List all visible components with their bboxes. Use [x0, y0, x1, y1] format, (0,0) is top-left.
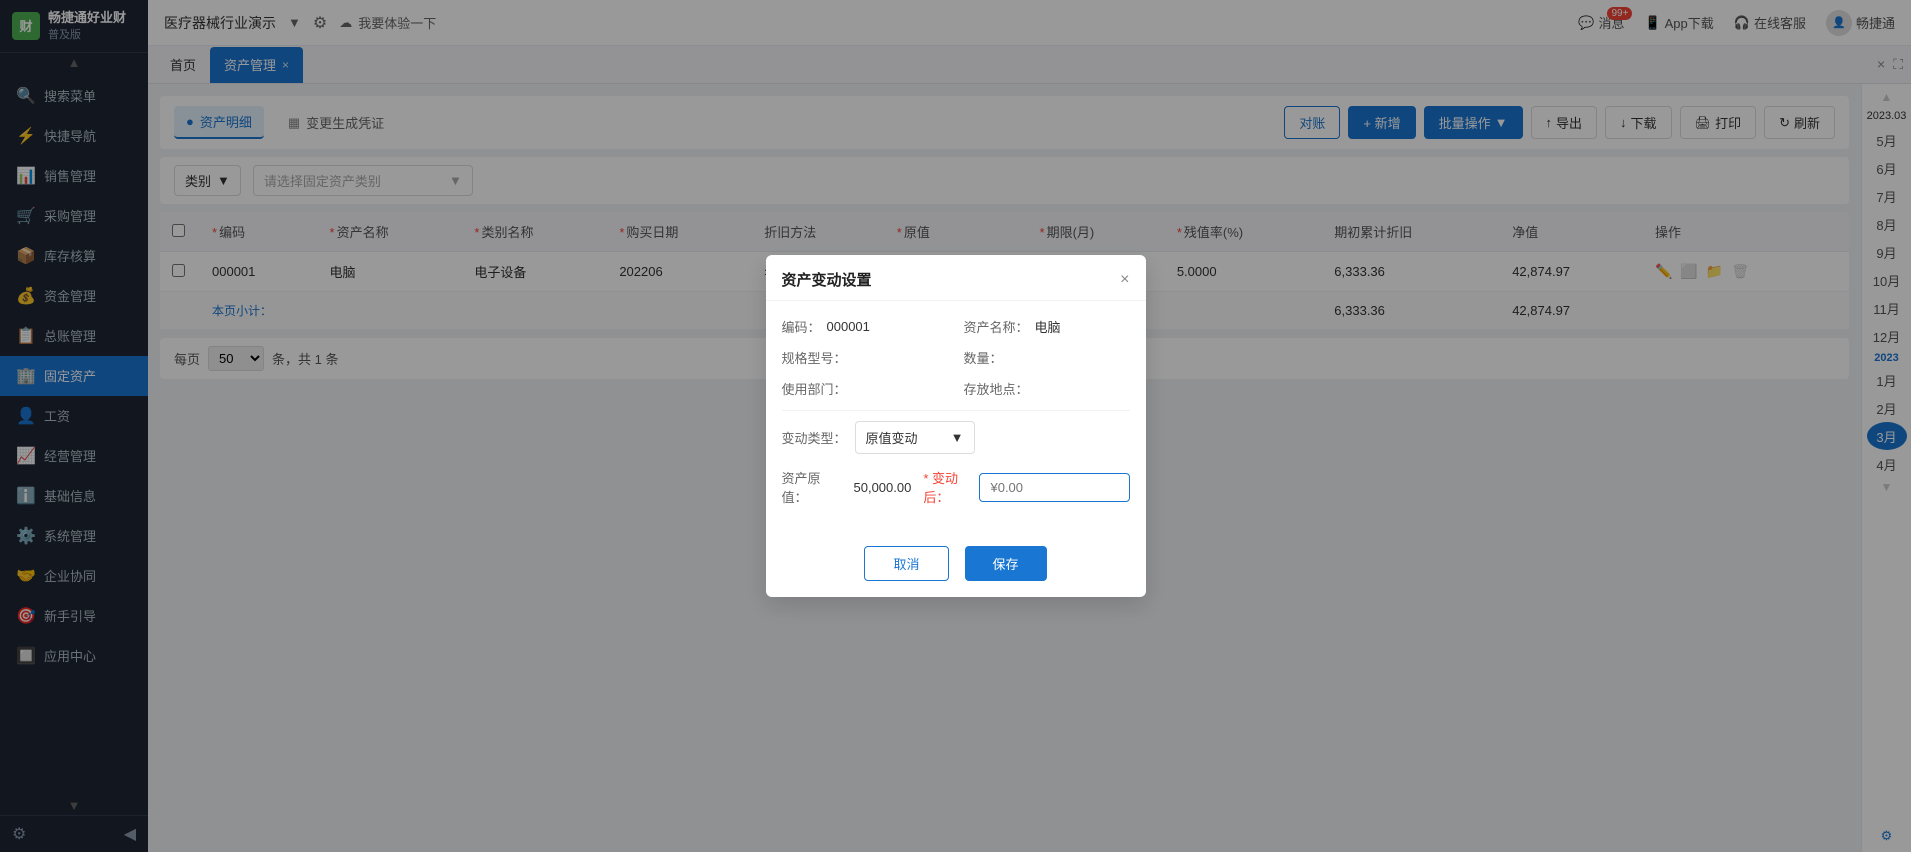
modal-amount-row: 资产原值： 50,000.00 * 变动后： — [782, 468, 1130, 506]
modal-body: 编码： 000001 资产名称： 电脑 规格型号： 数量： — [766, 301, 1146, 538]
modal-after-change-label: * 变动后： — [923, 468, 967, 506]
modal-asset-value: 50,000.00 — [854, 480, 912, 495]
modal-row-3: 使用部门： 存放地点： — [782, 379, 1130, 398]
modal-title: 资产变动设置 — [782, 269, 872, 290]
modal-divider — [782, 410, 1130, 411]
modal-cancel-btn[interactable]: 取消 — [864, 546, 948, 581]
modal-asset-name-value: 电脑 — [1035, 317, 1061, 336]
modal-field-quantity: 数量： — [964, 348, 1130, 367]
change-type-select[interactable]: 原值变动 ▼ — [855, 421, 975, 454]
modal-save-btn[interactable]: 保存 — [965, 546, 1047, 581]
modal-row-1: 编码： 000001 资产名称： 电脑 — [782, 317, 1130, 336]
modal-field-asset-name: 资产名称： 电脑 — [964, 317, 1130, 336]
modal-field-code: 编码： 000001 — [782, 317, 948, 336]
modal-header: 资产变动设置 × — [766, 255, 1146, 301]
modal-overlay: 资产变动设置 × 编码： 000001 资产名称： 电脑 规格型号： — [0, 0, 1911, 852]
after-change-input[interactable] — [979, 473, 1129, 502]
modal-field-location: 存放地点： — [964, 379, 1130, 398]
modal-field-department: 使用部门： — [782, 379, 948, 398]
modal-field-spec: 规格型号： — [782, 348, 948, 367]
modal-change-type-row: 变动类型： 原值变动 ▼ — [782, 421, 1130, 454]
modal-close-btn[interactable]: × — [1120, 271, 1129, 289]
modal-footer: 取消 保存 — [766, 538, 1146, 597]
modal-row-2: 规格型号： 数量： — [782, 348, 1130, 367]
change-type-dropdown-icon: ▼ — [951, 430, 964, 445]
modal-code-value: 000001 — [827, 319, 870, 334]
asset-change-modal: 资产变动设置 × 编码： 000001 资产名称： 电脑 规格型号： — [766, 255, 1146, 597]
